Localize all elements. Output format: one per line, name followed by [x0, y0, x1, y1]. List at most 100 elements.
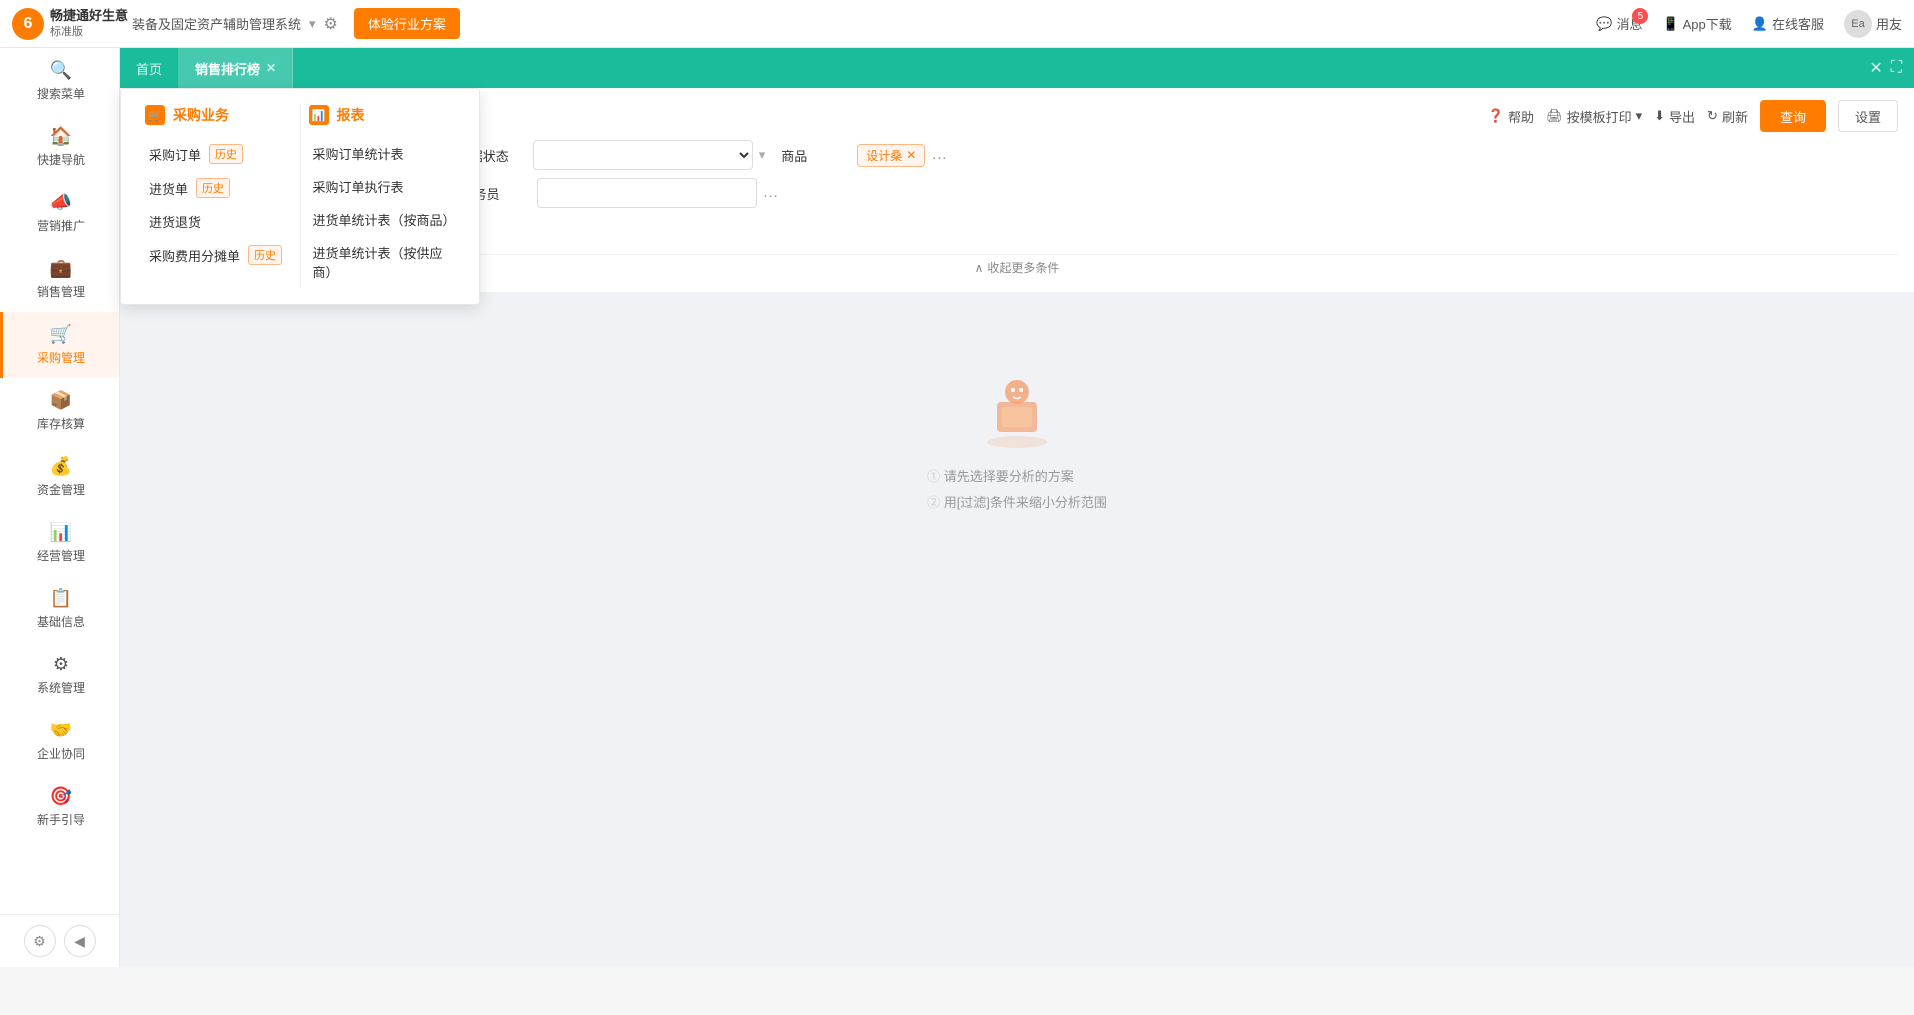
dropdown-item-purchase-order-exec[interactable]: 采购订单执行表 — [309, 170, 456, 203]
sidebar-item-marketing[interactable]: 📣 营销推广 — [0, 180, 119, 246]
finance-icon: 💰 — [50, 456, 72, 477]
dropdown-item-label: 进货单 — [149, 179, 188, 198]
print-dropdown-icon[interactable]: ▾ — [1636, 108, 1643, 124]
goods-more-options[interactable]: … — [931, 146, 947, 164]
dropdown-item-expense[interactable]: 采购费用分摊单 历史 — [145, 238, 292, 272]
empty-state: 请先选择要分析的方案 用[过滤]条件来缩小分析范围 — [120, 292, 1914, 596]
sidebar-item-label: 资金管理 — [37, 481, 85, 498]
inventory-icon: 📦 — [50, 390, 72, 411]
system-name-dropdown-arrow[interactable]: ▾ — [309, 16, 316, 32]
sidebar-item-purchase[interactable]: 🛒 采购管理 — [0, 312, 119, 378]
sidebar-settings-btn[interactable]: ⚙ — [24, 925, 56, 957]
sidebar-item-cooperation[interactable]: 🤝 企业协同 — [0, 708, 119, 774]
print-btn[interactable]: 🖨 按模板打印 ▾ — [1546, 107, 1642, 126]
dropdown-item-label: 采购订单执行表 — [313, 177, 404, 196]
header-right: 💬 消息 5 📱 App下载 👤 在线客服 Ea 用友 — [1596, 10, 1902, 38]
empty-tips: 请先选择要分析的方案 用[过滤]条件来缩小分析范围 — [927, 464, 1107, 516]
sales-icon: 💼 — [50, 258, 72, 279]
message-item[interactable]: 💬 消息 5 — [1596, 14, 1642, 33]
tab-bar-right: ✕ ⛶ — [1869, 58, 1914, 78]
purchase-header-icon: 🛒 — [145, 105, 165, 125]
sidebar-item-label: 快捷导航 — [37, 151, 85, 168]
sidebar-item-inventory[interactable]: 📦 库存核算 — [0, 378, 119, 444]
dropdown-item-label: 进货退货 — [149, 212, 201, 231]
logo-text: 畅捷通好生意 标准版 — [50, 8, 128, 39]
logo-area: 6 畅捷通好生意 标准版 — [12, 8, 132, 40]
app-download-item[interactable]: 📱 App下载 — [1662, 14, 1731, 33]
system-name-area: 装备及固定资产辅助管理系统 ▾ ⚙ 体验行业方案 — [132, 8, 1596, 39]
dropdown-item-label: 进货单统计表（按供应商） — [313, 243, 452, 281]
home-icon: 🏠 — [50, 126, 72, 147]
print-label: 按模板打印 — [1567, 107, 1632, 126]
tab-sales-rank[interactable]: 销售排行榜 ✕ — [179, 48, 293, 88]
help-btn[interactable]: ❓ 帮助 — [1488, 107, 1534, 126]
sidebar-item-operation[interactable]: 📊 经营管理 — [0, 510, 119, 576]
tab-close-icon[interactable]: ✕ — [266, 61, 276, 75]
dropdown-item-label: 采购订单统计表 — [313, 144, 404, 163]
cooperation-icon: 🤝 — [50, 720, 72, 741]
history-badge: 历史 — [209, 144, 243, 164]
avatar: Ea — [1844, 10, 1872, 38]
sidebar-item-sales[interactable]: 💼 销售管理 — [0, 246, 119, 312]
sidebar-item-label: 营销推广 — [37, 217, 85, 234]
tab-close-window-icon[interactable]: ✕ — [1869, 58, 1882, 78]
dropdown-item-purchase-order[interactable]: 采购订单 历史 — [145, 137, 292, 171]
sidebar-item-newbie[interactable]: 🎯 新手引导 — [0, 774, 119, 840]
salesperson-input[interactable] — [537, 178, 757, 208]
tab-fullscreen-icon[interactable]: ⛶ — [1891, 59, 1902, 77]
dropdown-item-purchase-order-report[interactable]: 采购订单统计表 — [309, 137, 456, 170]
dropdown-item-inbound-supplier-report[interactable]: 进货单统计表（按供应商） — [309, 236, 456, 288]
sidebar-item-label: 库存核算 — [37, 415, 85, 432]
export-icon: ⬇ — [1654, 108, 1665, 124]
logo-icon: 6 — [12, 8, 44, 40]
refresh-btn[interactable]: ↻ 刷新 — [1707, 107, 1748, 126]
settings-btn[interactable]: 设置 — [1838, 100, 1898, 132]
goods-label: 商品 — [781, 146, 841, 165]
message-icon: 💬 — [1596, 16, 1612, 32]
export-label: 导出 — [1669, 107, 1695, 126]
sidebar-item-label: 经营管理 — [37, 547, 85, 564]
empty-illustration — [967, 372, 1067, 452]
dropdown-item-label: 采购费用分摊单 — [149, 246, 240, 265]
dropdown-item-label: 采购订单 — [149, 145, 201, 164]
sidebar-item-basic[interactable]: 📋 基础信息 — [0, 576, 119, 642]
sidebar-item-system[interactable]: ⚙ 系统管理 — [0, 642, 119, 708]
dropdown-item-label: 进货单统计表（按商品） — [313, 210, 452, 229]
sidebar-item-label: 搜索菜单 — [37, 85, 85, 102]
salesperson-more-options[interactable]: … — [763, 184, 779, 202]
user-label: 用友 — [1876, 14, 1902, 33]
message-badge: 5 — [1632, 8, 1648, 24]
tab-bar: 首页 销售排行榜 ✕ ✕ ⛶ — [120, 48, 1914, 88]
online-service-item[interactable]: 👤 在线客服 — [1752, 14, 1824, 33]
history-badge: 历史 — [196, 178, 230, 198]
sidebar-collapse-btn[interactable]: ◀ — [64, 925, 96, 957]
dropdown-item-inbound-goods-report[interactable]: 进货单统计表（按商品） — [309, 203, 456, 236]
service-icon: 👤 — [1752, 16, 1768, 32]
newbie-icon: 🎯 — [50, 786, 72, 807]
export-btn[interactable]: ⬇ 导出 — [1654, 107, 1695, 126]
report-header-icon: 📊 — [309, 105, 329, 125]
refresh-label: 刷新 — [1722, 107, 1748, 126]
sidebar-item-label: 企业协同 — [37, 745, 85, 762]
document-status-expand-icon[interactable]: ▾ — [759, 147, 766, 163]
basic-icon: 📋 — [50, 588, 72, 609]
tab-home[interactable]: 首页 — [120, 48, 179, 88]
sidebar-item-search[interactable]: 🔍 搜索菜单 — [0, 48, 119, 114]
query-btn[interactable]: 查询 — [1760, 100, 1826, 132]
help-icon: ❓ — [1488, 108, 1504, 124]
industry-btn[interactable]: 体验行业方案 — [354, 8, 460, 39]
header-settings-icon[interactable]: ⚙ — [324, 14, 338, 34]
dropdown-item-return[interactable]: 进货退货 — [145, 205, 292, 238]
goods-tag-close[interactable]: ✕ — [906, 148, 916, 162]
top-header: 6 畅捷通好生意 标准版 装备及固定资产辅助管理系统 ▾ ⚙ 体验行业方案 💬 … — [0, 0, 1914, 48]
user-item[interactable]: Ea 用友 — [1844, 10, 1902, 38]
sidebar-item-label: 采购管理 — [37, 349, 85, 366]
dropdown-item-inbound[interactable]: 进货单 历史 — [145, 171, 292, 205]
empty-tip-2: 用[过滤]条件来缩小分析范围 — [927, 490, 1107, 516]
refresh-icon: ↻ — [1707, 108, 1718, 124]
sidebar-item-quick[interactable]: 🏠 快捷导航 — [0, 114, 119, 180]
sidebar-item-finance[interactable]: 💰 资金管理 — [0, 444, 119, 510]
collapse-label: 收起更多条件 — [987, 259, 1059, 276]
sidebar-item-label: 基础信息 — [37, 613, 85, 630]
document-status-select[interactable] — [533, 140, 753, 170]
